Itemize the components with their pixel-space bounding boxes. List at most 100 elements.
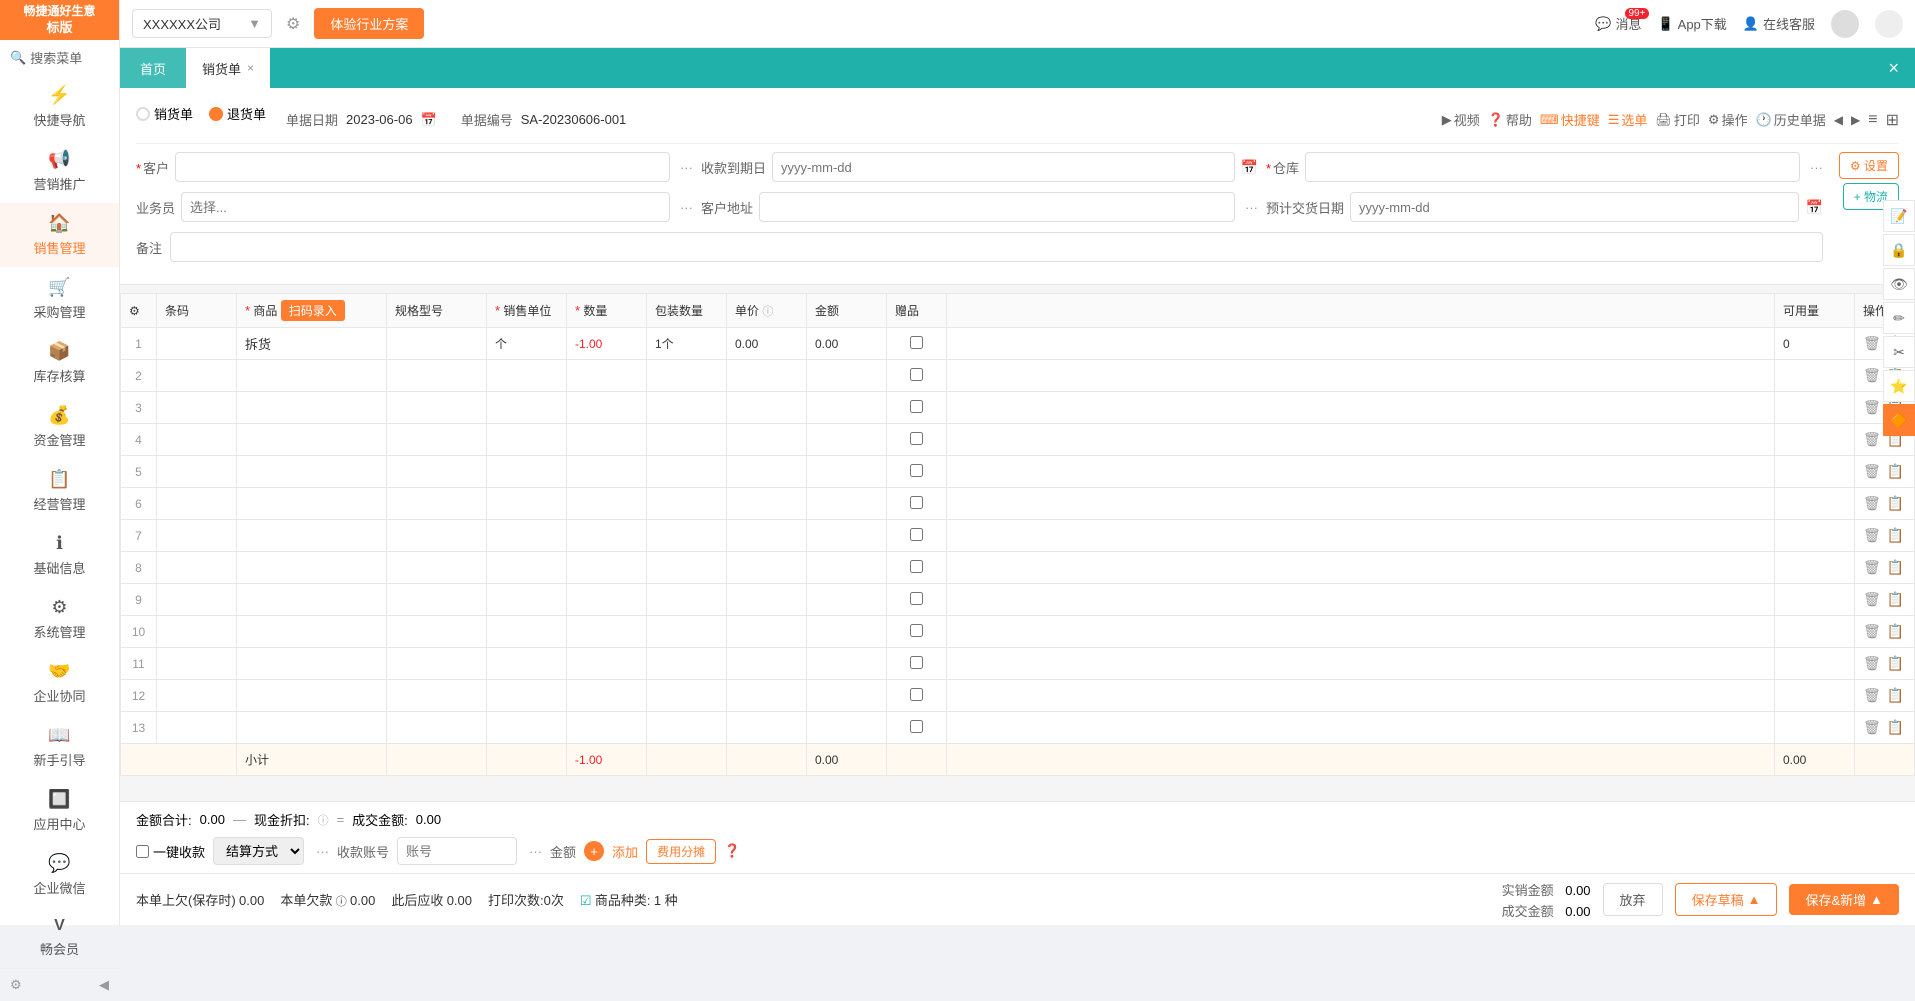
avatar[interactable] — [1831, 10, 1859, 38]
customer-address-input[interactable] — [759, 192, 1235, 222]
video-btn[interactable]: ▶ 视频 — [1442, 110, 1480, 129]
row-delete-icon[interactable]: 🗑 — [1863, 431, 1881, 448]
row-product[interactable] — [237, 424, 387, 456]
row-barcode[interactable] — [157, 584, 237, 616]
tab-close-icon[interactable]: × — [247, 61, 254, 75]
row-spec[interactable] — [387, 520, 487, 552]
app-download-btn[interactable]: 📱 App下载 — [1657, 14, 1726, 33]
sidebar-item-collab[interactable]: 🤝 企业协同 — [0, 651, 119, 715]
row-barcode[interactable] — [157, 712, 237, 744]
print-btn[interactable]: 🖨 打印 — [1655, 110, 1700, 129]
history-btn[interactable]: 🕐 历史单据 — [1756, 110, 1826, 129]
row-qty[interactable] — [567, 392, 647, 424]
row-spec[interactable] — [387, 424, 487, 456]
row-barcode[interactable] — [157, 456, 237, 488]
company-selector[interactable]: XXXXXX公司 ▼ — [132, 9, 272, 38]
row-delete-icon[interactable]: 🗑 — [1863, 655, 1881, 672]
row-barcode[interactable] — [157, 360, 237, 392]
row-gift[interactable] — [887, 488, 947, 520]
row-copy-icon[interactable]: 📋 — [1887, 463, 1904, 480]
row-barcode[interactable] — [157, 488, 237, 520]
row-gift[interactable] — [887, 456, 947, 488]
payment-method-select[interactable]: 结算方式 — [213, 837, 304, 865]
sidebar-item-purchase[interactable]: 🛒 采购管理 — [0, 267, 119, 331]
due-date-calendar-icon[interactable]: 📅 — [1241, 159, 1258, 176]
row-gift[interactable] — [887, 424, 947, 456]
row-copy-icon[interactable]: 📋 — [1887, 591, 1904, 608]
row-product[interactable] — [237, 584, 387, 616]
row-gift[interactable] — [887, 328, 947, 360]
row-barcode[interactable] — [157, 424, 237, 456]
sidebar-item-system[interactable]: ⚙ 系统管理 — [0, 587, 119, 651]
row-spec[interactable] — [387, 328, 487, 360]
row-barcode[interactable] — [157, 520, 237, 552]
row-barcode[interactable] — [157, 392, 237, 424]
row-product[interactable] — [237, 520, 387, 552]
expected-delivery-input[interactable] — [1350, 192, 1800, 222]
row-gift[interactable] — [887, 712, 947, 744]
row-price[interactable] — [727, 712, 807, 744]
grid-view-btn[interactable]: ⊞ — [1886, 110, 1899, 130]
row-product[interactable] — [237, 456, 387, 488]
sidebar-item-basic-info[interactable]: ℹ 基础信息 — [0, 523, 119, 587]
float-btn-4[interactable]: ✏ — [1883, 302, 1915, 334]
tab-home[interactable]: 首页 — [120, 48, 186, 88]
customer-dots[interactable]: ··· — [680, 160, 693, 175]
row-qty[interactable] — [567, 616, 647, 648]
row-qty[interactable] — [567, 360, 647, 392]
one-click-checkbox[interactable] — [136, 845, 149, 858]
row-barcode[interactable] — [157, 552, 237, 584]
sidebar-item-quicknav[interactable]: ⚡ 快捷导航 — [0, 75, 119, 139]
row-product[interactable] — [237, 392, 387, 424]
row-barcode[interactable] — [157, 328, 237, 360]
row-spec[interactable] — [387, 488, 487, 520]
row-copy-icon[interactable]: 📋 — [1887, 687, 1904, 704]
payment-account-input[interactable] — [397, 837, 517, 865]
row-qty[interactable] — [567, 520, 647, 552]
trial-button[interactable]: 体验行业方案 — [314, 8, 424, 39]
sidebar-item-search[interactable]: 🔍 搜索菜单 — [0, 40, 119, 75]
row-spec[interactable] — [387, 552, 487, 584]
row-copy-icon[interactable]: 📋 — [1887, 559, 1904, 576]
delivery-calendar-icon[interactable]: 📅 — [1805, 199, 1822, 216]
calendar-icon[interactable]: 📅 — [421, 112, 437, 128]
row-gift[interactable] — [887, 584, 947, 616]
row-copy-icon[interactable]: 📋 — [1887, 655, 1904, 672]
row-qty[interactable] — [567, 680, 647, 712]
this-doc-debt-info-icon[interactable]: ⓘ — [336, 896, 347, 908]
row-product[interactable] — [237, 488, 387, 520]
salesperson-input[interactable] — [181, 192, 670, 222]
sidebar-item-member[interactable]: V 畅会员 — [0, 907, 119, 968]
warehouse-input[interactable]: 建材仓 — [1305, 152, 1800, 182]
row-gift[interactable] — [887, 680, 947, 712]
scan-button[interactable]: 扫码录入 — [281, 300, 345, 321]
help-btn[interactable]: ❓ 帮助 — [1488, 110, 1532, 129]
avatar2[interactable] — [1875, 10, 1903, 38]
float-btn-5[interactable]: ✂ — [1883, 336, 1915, 368]
row-qty[interactable] — [567, 488, 647, 520]
save-new-button[interactable]: 保存&新增 ▲ — [1789, 884, 1899, 915]
row-spec[interactable] — [387, 680, 487, 712]
close-all-tabs-icon[interactable]: × — [1880, 58, 1907, 79]
expense-help-icon[interactable]: ❓ — [724, 843, 740, 859]
float-btn-2[interactable]: 🔒 — [1883, 234, 1915, 266]
row-product[interactable] — [237, 360, 387, 392]
shortcut-btn[interactable]: ⌨ 快捷键 — [1540, 110, 1600, 129]
row-barcode[interactable] — [157, 616, 237, 648]
prev-btn[interactable]: ◀ — [1834, 113, 1843, 127]
settings-bottom-icon[interactable]: ⚙ — [10, 977, 22, 993]
row-delete-icon[interactable]: 🗑 — [1863, 335, 1881, 352]
row-gift[interactable] — [887, 360, 947, 392]
sidebar-item-finance[interactable]: 💰 资金管理 — [0, 395, 119, 459]
row-price[interactable] — [727, 360, 807, 392]
one-click-payment[interactable]: 一键收款 — [136, 842, 205, 861]
row-product[interactable] — [237, 680, 387, 712]
float-btn-7[interactable]: 🔶 — [1883, 404, 1915, 436]
row-price[interactable] — [727, 424, 807, 456]
row-price[interactable] — [727, 456, 807, 488]
float-btn-3[interactable]: 👁 — [1883, 268, 1915, 300]
row-qty[interactable] — [567, 456, 647, 488]
row-copy-icon[interactable]: 📋 — [1887, 527, 1904, 544]
row-delete-icon[interactable]: 🗑 — [1863, 463, 1881, 480]
row-barcode[interactable] — [157, 680, 237, 712]
